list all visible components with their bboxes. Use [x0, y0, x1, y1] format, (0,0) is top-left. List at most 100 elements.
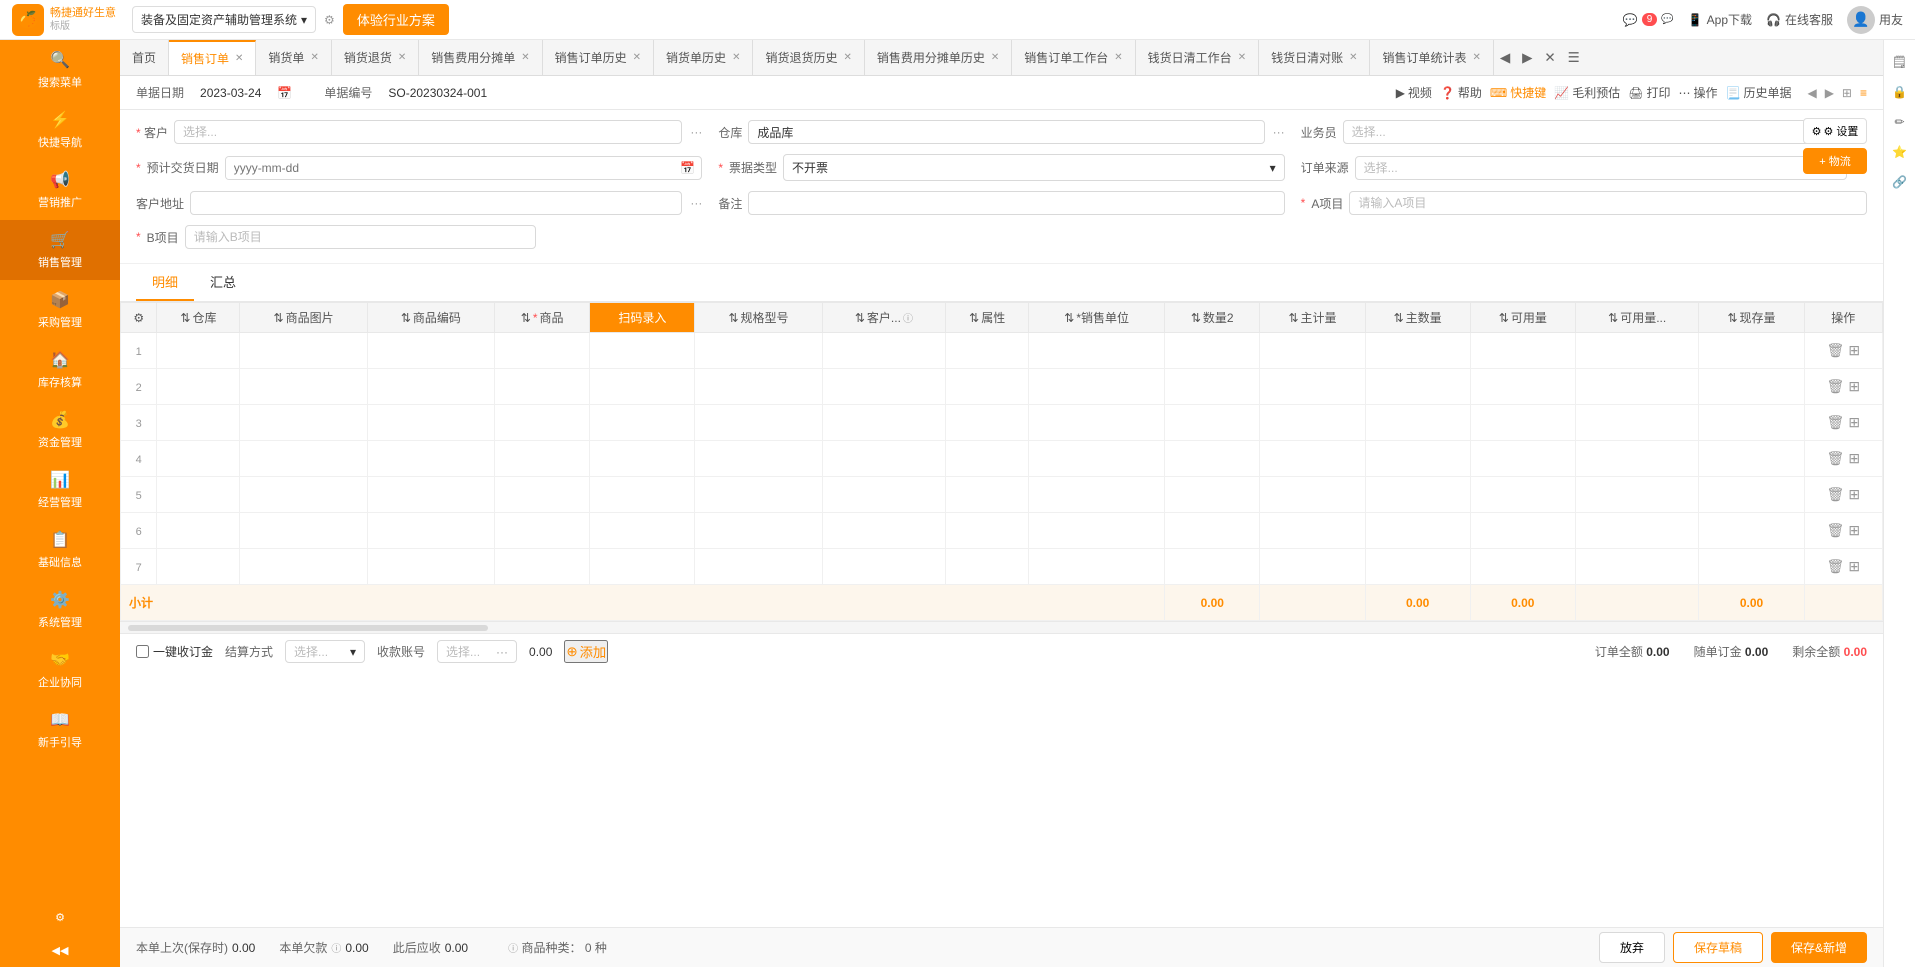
tab-sales-order[interactable]: 销售订单 ✕	[169, 40, 256, 76]
tab-sales-stats[interactable]: 销售订单统计表 ✕	[1370, 40, 1493, 76]
tab-close-icon[interactable]: ✕	[991, 52, 999, 63]
system-selector[interactable]: 装备及固定资产辅助管理系统 ▾	[132, 6, 316, 33]
tab-close-icon[interactable]: ✕	[235, 53, 243, 64]
tab-close-icon[interactable]: ✕	[843, 52, 851, 63]
order-source-input[interactable]	[1355, 156, 1847, 180]
right-sidebar-edit-btn[interactable]: ✏	[1886, 108, 1914, 136]
b-project-input[interactable]	[185, 225, 536, 249]
warehouse-input[interactable]	[748, 120, 1264, 144]
row-copy-btn[interactable]: ⊞	[1848, 414, 1860, 431]
tab-close-icon[interactable]: ✕	[732, 52, 740, 63]
tab-close-icon[interactable]: ✕	[1238, 52, 1246, 63]
tab-sales-return[interactable]: 销货退货 ✕	[332, 40, 419, 76]
tab-home[interactable]: 首页	[120, 40, 169, 76]
tab-sales-order-history[interactable]: 销售订单历史 ✕	[543, 40, 654, 76]
row-delete-btn[interactable]: 🗑	[1827, 558, 1845, 575]
tab-sales-goods-history[interactable]: 销货单历史 ✕	[654, 40, 753, 76]
nav-next-icon[interactable]: ▶	[1825, 86, 1834, 100]
tab-cash-reconcile[interactable]: 钱货日清对账 ✕	[1259, 40, 1370, 76]
operations-button[interactable]: ⋯ 操作	[1678, 84, 1717, 101]
tab-close-icon[interactable]: ✕	[1473, 52, 1481, 63]
tab-close-all-button[interactable]: ✕	[1538, 40, 1561, 76]
delivery-date-input[interactable]	[226, 157, 675, 179]
tab-sales-fee-history[interactable]: 销售费用分摊单历史 ✕	[865, 40, 1012, 76]
right-sidebar-notes-btn[interactable]: 🗒	[1886, 48, 1914, 76]
tab-detail[interactable]: 明细	[136, 264, 194, 301]
customer-input[interactable]	[174, 120, 682, 144]
tab-menu-button[interactable]: ☰	[1562, 40, 1586, 76]
row-copy-btn[interactable]: ⊞	[1848, 558, 1860, 575]
grid-view-icon[interactable]: ⊞	[1842, 86, 1852, 100]
row-copy-btn[interactable]: ⊞	[1848, 522, 1860, 539]
user-menu[interactable]: 👤 用友	[1847, 6, 1903, 34]
sidebar-item-guide[interactable]: 📖 新手引导	[0, 700, 120, 760]
tab-sales-fee[interactable]: 销售费用分摊单 ✕	[419, 40, 542, 76]
sidebar-item-inventory[interactable]: 🏠 库存核算	[0, 340, 120, 400]
staff-input[interactable]	[1343, 120, 1847, 144]
right-sidebar-lock-btn[interactable]: 🔒	[1886, 78, 1914, 106]
row-copy-btn[interactable]: ⊞	[1848, 450, 1860, 467]
history-bill-button[interactable]: 📃 历史单据	[1725, 84, 1791, 101]
tab-sales-return-history[interactable]: 销货退货历史 ✕	[753, 40, 864, 76]
add-payment-button[interactable]: ⊕ 添加	[564, 640, 608, 663]
tab-next-button[interactable]: ▶	[1516, 40, 1538, 76]
save-draft-button[interactable]: 保存草稿	[1673, 932, 1763, 963]
warehouse-more-icon[interactable]: ···	[1273, 125, 1285, 139]
tab-cash-workbench[interactable]: 钱货日清工作台 ✕	[1136, 40, 1259, 76]
a-project-input[interactable]	[1349, 191, 1867, 215]
tab-prev-button[interactable]: ◀	[1494, 40, 1516, 76]
row-delete-btn[interactable]: 🗑	[1827, 486, 1845, 503]
profit-button[interactable]: 📈 毛利预估	[1554, 84, 1620, 101]
list-view-icon[interactable]: ≡	[1860, 86, 1867, 100]
row-delete-btn[interactable]: 🗑	[1827, 414, 1845, 431]
row-delete-btn[interactable]: 🗑	[1827, 378, 1845, 395]
scroll-thumb[interactable]	[128, 625, 488, 631]
more-dots-icon[interactable]: ···	[496, 645, 508, 659]
address-more-icon[interactable]: ···	[690, 196, 702, 210]
help-button[interactable]: ❓ 帮助	[1440, 84, 1482, 101]
sidebar-item-quick-nav[interactable]: ⚡ 快捷导航	[0, 100, 120, 160]
sidebar-item-enterprise[interactable]: 🤝 企业协同	[0, 640, 120, 700]
row-copy-btn[interactable]: ⊞	[1848, 378, 1860, 395]
print-button[interactable]: 🖨 打印	[1628, 84, 1670, 101]
discard-button[interactable]: 放弃	[1599, 932, 1665, 963]
right-sidebar-star-btn[interactable]: ⭐	[1886, 138, 1914, 166]
tab-close-icon[interactable]: ✕	[633, 52, 641, 63]
tab-close-icon[interactable]: ✕	[310, 52, 318, 63]
video-button[interactable]: ▶ 视频	[1396, 84, 1432, 101]
tab-summary[interactable]: 汇总	[194, 264, 252, 301]
shortcut-button[interactable]: ⌨ 快捷键	[1490, 84, 1546, 101]
tab-close-icon[interactable]: ✕	[1114, 52, 1122, 63]
invoice-type-select[interactable]: 不开票 ▾	[783, 154, 1285, 181]
row-delete-btn[interactable]: 🗑	[1827, 522, 1845, 539]
customer-more-icon[interactable]: ···	[690, 125, 702, 139]
settings-side-button[interactable]: ⚙ ⚙ 设置	[1803, 118, 1867, 144]
sidebar-item-sales[interactable]: 🛒 销售管理	[0, 220, 120, 280]
quick-settle-check[interactable]	[136, 645, 149, 658]
tab-close-icon[interactable]: ✕	[521, 52, 529, 63]
settle-method-select[interactable]: 选择... ▾	[285, 640, 365, 663]
customer-address-input[interactable]	[190, 191, 682, 215]
col-settings[interactable]: ⚙	[121, 303, 157, 333]
message-button[interactable]: 💬 9 💬	[1623, 13, 1674, 27]
sidebar-item-operations[interactable]: 📊 经营管理	[0, 460, 120, 520]
tab-sales-goods[interactable]: 销货单 ✕	[256, 40, 331, 76]
row-copy-btn[interactable]: ⊞	[1848, 486, 1860, 503]
logistics-side-button[interactable]: + 物流	[1803, 148, 1867, 174]
sidebar-item-finance[interactable]: 💰 资金管理	[0, 400, 120, 460]
sidebar-collapse-button[interactable]: ◀◀	[0, 934, 120, 967]
gear-icon[interactable]: ⚙	[324, 13, 335, 27]
sidebar-item-search[interactable]: 🔍 搜索菜单	[0, 40, 120, 100]
date-picker-icon[interactable]: 📅	[674, 157, 701, 179]
sidebar-item-basic-info[interactable]: 📋 基础信息	[0, 520, 120, 580]
remark-input[interactable]	[748, 191, 1284, 215]
sidebar-item-marketing[interactable]: 📢 营销推广	[0, 160, 120, 220]
row-delete-btn[interactable]: 🗑	[1827, 450, 1845, 467]
quick-settle-checkbox[interactable]: 一键收订金	[136, 643, 213, 660]
save-new-button[interactable]: 保存&新增	[1771, 932, 1867, 963]
tab-sales-workbench[interactable]: 销售订单工作台 ✕	[1012, 40, 1135, 76]
tab-close-icon[interactable]: ✕	[1349, 52, 1357, 63]
sidebar-settings-button[interactable]: ⚙	[0, 901, 120, 934]
sidebar-item-system[interactable]: ⚙️ 系统管理	[0, 580, 120, 640]
sidebar-item-purchase[interactable]: 📦 采购管理	[0, 280, 120, 340]
